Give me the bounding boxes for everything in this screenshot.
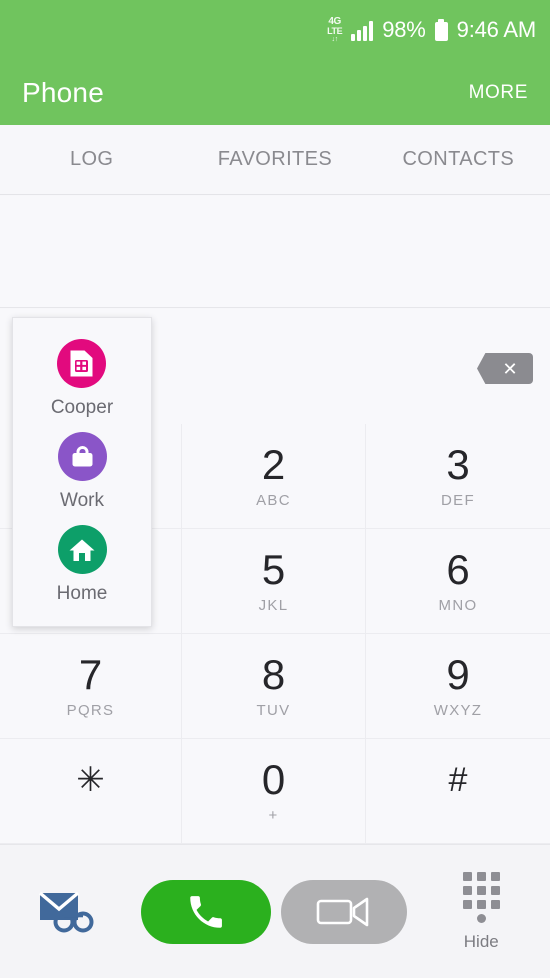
key-digit: 7: [78, 651, 103, 698]
contact-shortcut-popup: Cooper Work Home: [12, 317, 152, 627]
phone-number-display[interactable]: [0, 196, 550, 308]
popup-item-home[interactable]: Home: [56, 525, 108, 605]
call-button[interactable]: [138, 879, 276, 944]
battery-percent-label: 98%: [382, 17, 426, 42]
briefcase-icon: [57, 431, 107, 481]
popup-item-cooper[interactable]: Cooper: [50, 338, 114, 419]
key-digit: 2: [261, 441, 286, 488]
key-letters: DEF: [441, 492, 475, 509]
hide-keypad-button[interactable]: Hide: [413, 871, 550, 952]
key-letters: PQRS: [66, 702, 115, 719]
video-call-button[interactable]: [275, 879, 413, 944]
status-bar: 4G LTE ↓↑ 98% 9:46 AM: [0, 0, 550, 60]
key-3[interactable]: 3 DEF: [366, 424, 550, 529]
battery-icon: [434, 19, 448, 41]
key-letters: MNO: [438, 597, 478, 614]
dialpad-dot-icon: [476, 913, 486, 923]
backspace-delete-icon[interactable]: ✕: [477, 353, 533, 384]
page-title: Phone: [22, 76, 104, 108]
video-camera-icon: [316, 897, 369, 926]
key-5[interactable]: 5 JKL: [182, 529, 366, 634]
key-9[interactable]: 9 WXYZ: [366, 634, 550, 739]
key-star[interactable]: ✳: [0, 739, 182, 844]
key-2[interactable]: 2 ABC: [182, 424, 366, 529]
key-letters: WXYZ: [433, 702, 483, 719]
popup-item-label: Home: [56, 583, 108, 605]
key-digit: 8: [261, 651, 286, 698]
phone-dialer-screen: 4G LTE ↓↑ 98% 9:46 AM Phone MORE LOG FAV…: [0, 0, 550, 978]
key-letters: +: [268, 807, 279, 824]
bottom-action-bar: Hide: [0, 844, 550, 978]
dialpad-grid-icon: [462, 871, 500, 909]
network-line-2: LTE: [327, 26, 343, 36]
popup-item-label: Cooper: [50, 396, 114, 418]
key-letters: JKL: [258, 597, 289, 614]
voicemail-envelope-icon: [38, 891, 94, 932]
popup-item-work[interactable]: Work: [57, 431, 107, 512]
key-0[interactable]: 0 +: [182, 739, 366, 844]
hide-label: Hide: [463, 931, 499, 951]
key-digit: 0: [261, 756, 286, 803]
signal-bars-icon: [351, 19, 374, 41]
key-8[interactable]: 8 TUV: [182, 634, 366, 739]
app-bar: Phone MORE: [0, 60, 550, 125]
house-icon: [57, 525, 107, 575]
key-digit: 6: [446, 546, 470, 593]
voicemail-button[interactable]: [0, 889, 138, 935]
tab-contacts[interactable]: CONTACTS: [367, 148, 550, 171]
key-digit: 3: [446, 441, 470, 488]
key-digit: #: [448, 761, 468, 799]
network-line-3: ↓↑: [331, 36, 338, 43]
key-digit: 9: [446, 651, 470, 698]
key-7[interactable]: 7 PQRS: [0, 634, 182, 739]
key-hash[interactable]: #: [366, 739, 550, 844]
key-digit: 5: [261, 546, 286, 593]
backspace-glyph: ✕: [502, 358, 518, 379]
tab-favorites[interactable]: FAVORITES: [183, 148, 366, 171]
key-letters: TUV: [256, 702, 291, 719]
sim-card-icon: [57, 338, 107, 388]
status-bar-clock: 9:46 AM: [456, 17, 537, 42]
more-button[interactable]: MORE: [469, 82, 528, 104]
key-6[interactable]: 6 MNO: [366, 529, 550, 634]
tab-log[interactable]: LOG: [0, 148, 183, 171]
key-letters: ABC: [256, 492, 291, 509]
key-digit: ✳: [76, 761, 105, 799]
phone-handset-icon: [190, 895, 223, 928]
tab-bar: LOG FAVORITES CONTACTS: [0, 125, 550, 195]
popup-item-label: Work: [60, 489, 104, 511]
network-type-icon: 4G LTE ↓↑: [327, 17, 343, 44]
